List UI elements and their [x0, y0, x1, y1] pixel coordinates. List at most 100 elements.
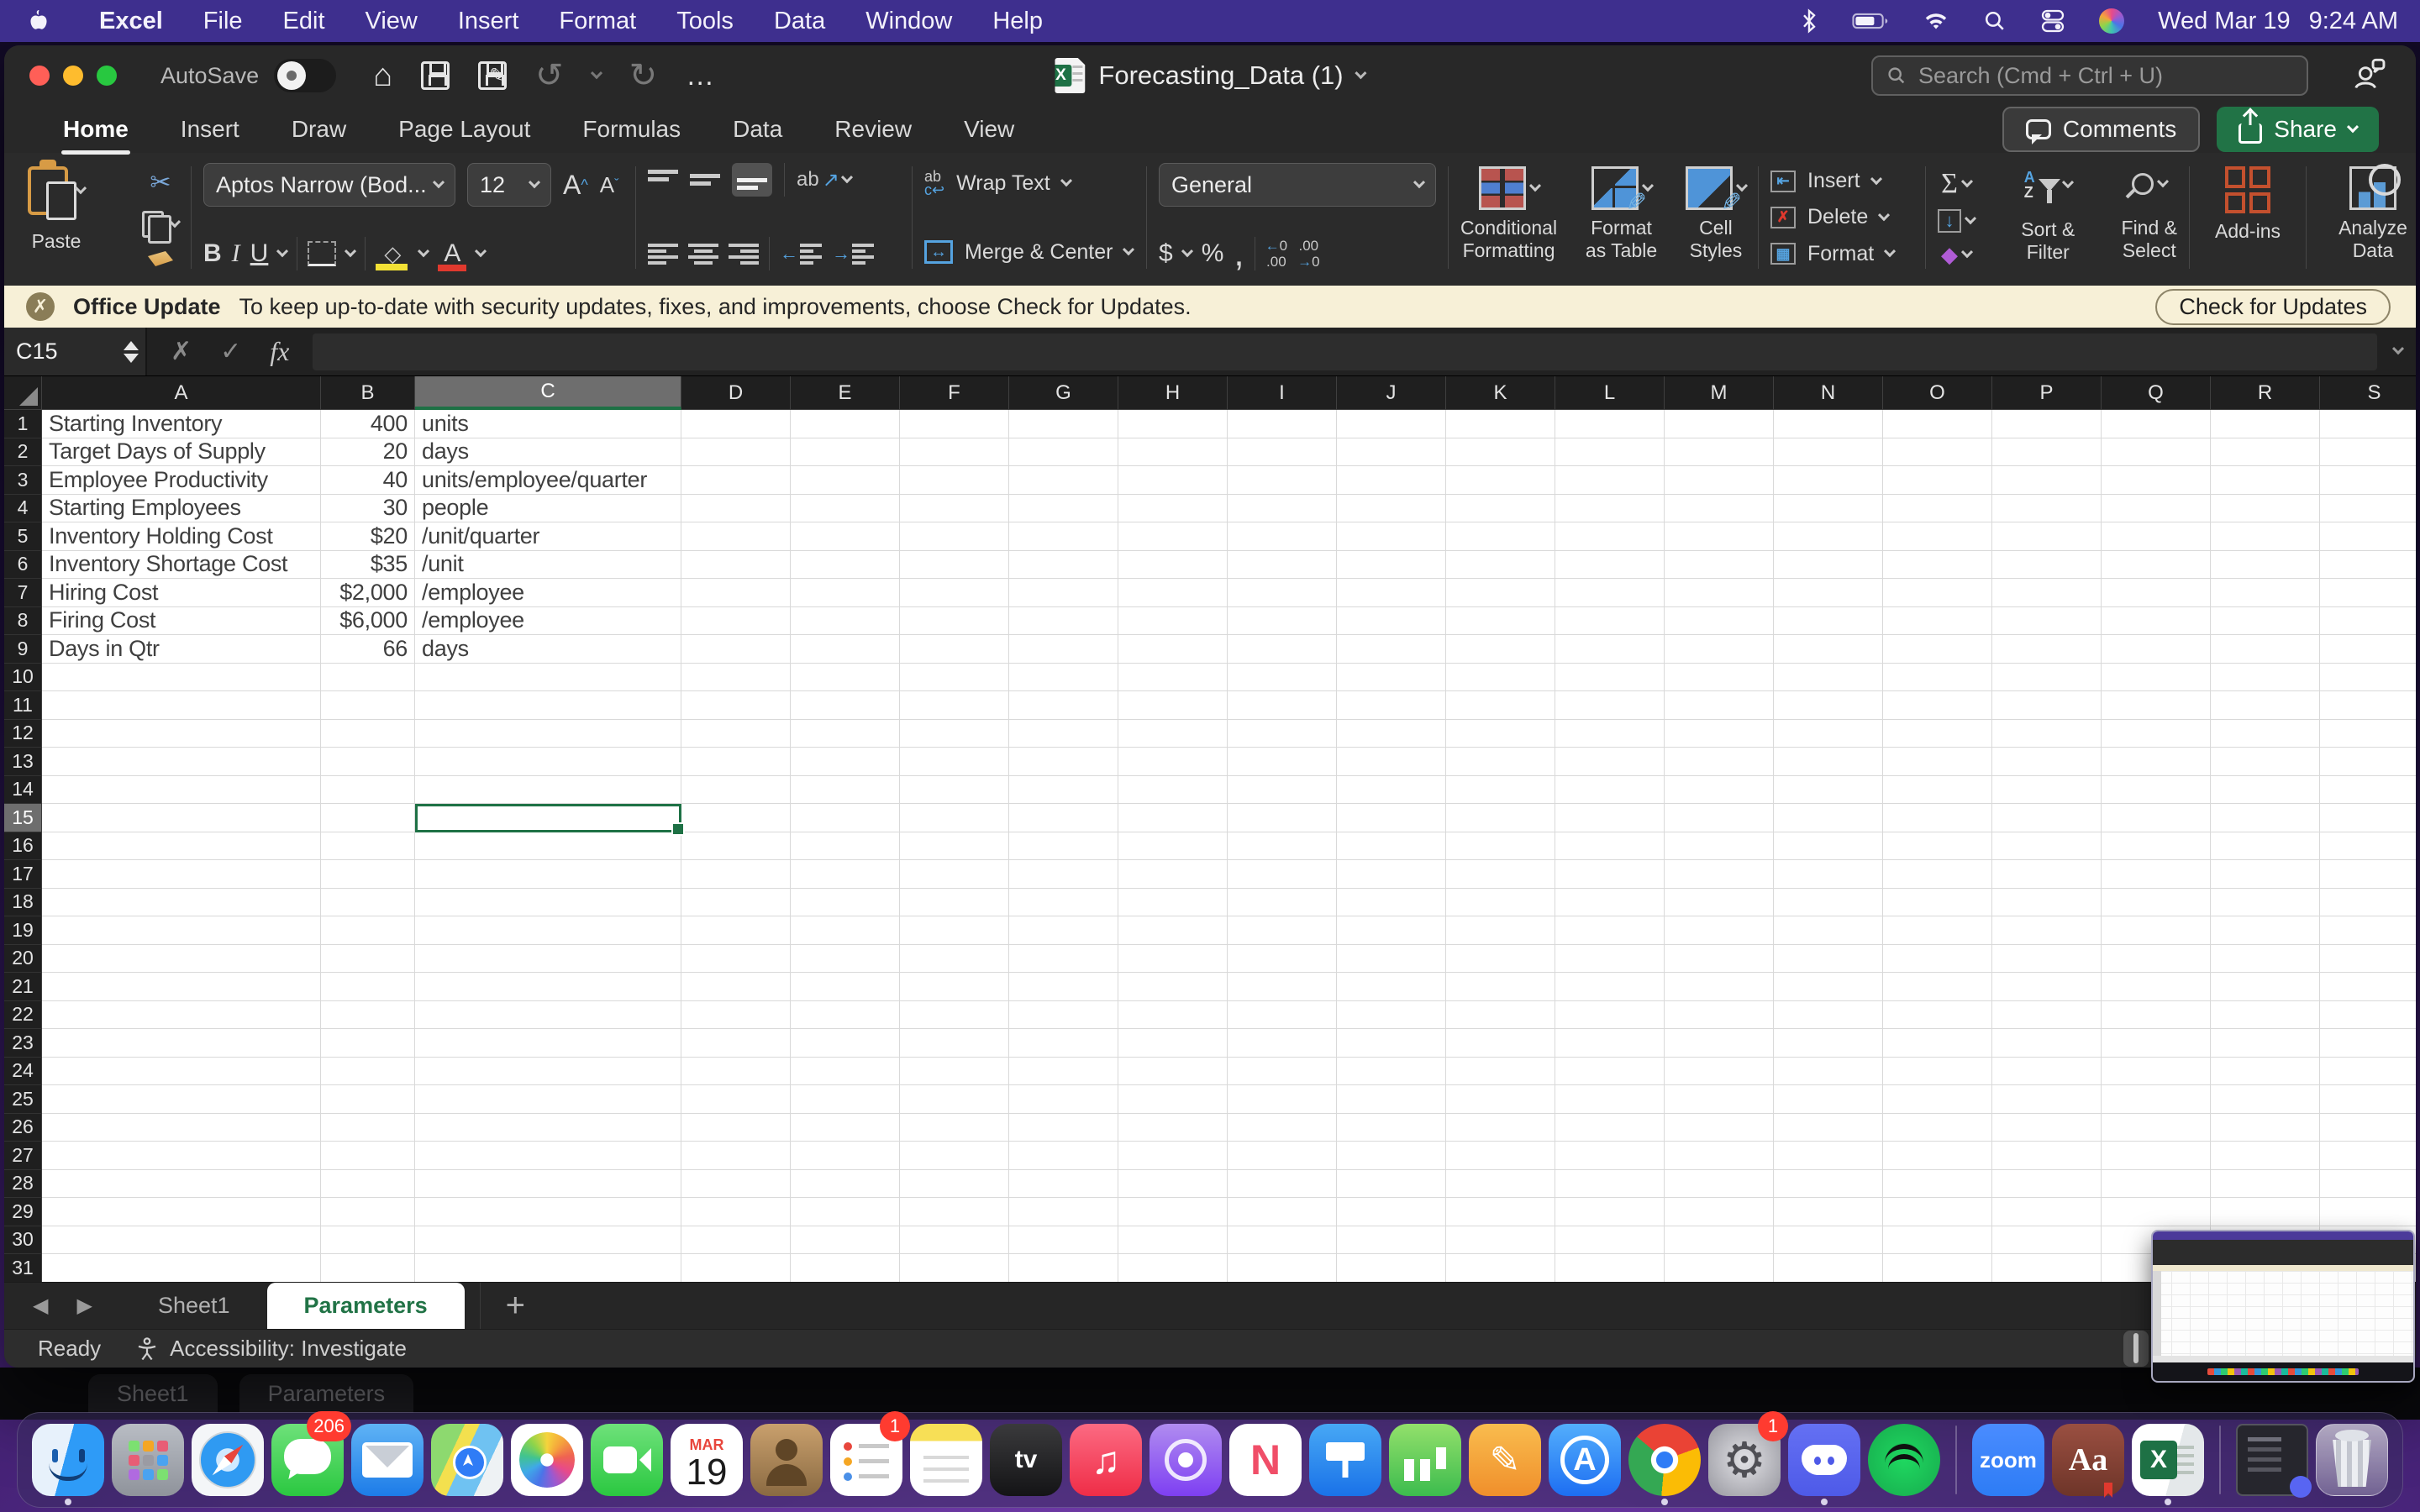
cell-L12[interactable]: [1555, 719, 1665, 747]
dock-contacts-icon[interactable]: [750, 1418, 823, 1502]
cell-E3[interactable]: [791, 466, 900, 494]
sheet-tab-sheet1[interactable]: Sheet1: [121, 1283, 267, 1329]
cell-P1[interactable]: [1992, 410, 2102, 438]
cell-S9[interactable]: [2320, 635, 2416, 663]
column-header-J[interactable]: J: [1337, 376, 1446, 410]
menu-item-view[interactable]: View: [345, 8, 438, 35]
cell-H28[interactable]: [1118, 1169, 1228, 1197]
cell-K9[interactable]: [1446, 635, 1555, 663]
cell-A5[interactable]: Inventory Holding Cost: [42, 522, 321, 550]
cell-A14[interactable]: [42, 775, 321, 803]
cell-S18[interactable]: [2320, 889, 2416, 916]
cell-C21[interactable]: [415, 973, 681, 1000]
cell-N25[interactable]: [1774, 1085, 1883, 1113]
wrap-text-button[interactable]: ab c↩ Wrap Text: [924, 163, 1134, 203]
cell-R29[interactable]: [2211, 1198, 2320, 1226]
cell-B21[interactable]: [321, 973, 415, 1000]
cell-P10[interactable]: [1992, 663, 2102, 690]
cell-A1[interactable]: Starting Inventory: [42, 410, 321, 438]
cell-Q18[interactable]: [2102, 888, 2211, 916]
cell-R16[interactable]: [2211, 832, 2320, 859]
cell-L30[interactable]: [1555, 1226, 1665, 1253]
cell-J16[interactable]: [1337, 832, 1446, 859]
cell-L10[interactable]: [1555, 663, 1665, 690]
cell-P13[interactable]: [1992, 748, 2102, 775]
cell-P9[interactable]: [1992, 635, 2102, 663]
cell-P7[interactable]: [1992, 579, 2102, 606]
cell-L2[interactable]: [1555, 438, 1665, 465]
cell-I28[interactable]: [1228, 1169, 1337, 1197]
tab-view[interactable]: View: [942, 111, 1036, 148]
copy-button[interactable]: [142, 211, 182, 244]
cell-E18[interactable]: [791, 888, 900, 916]
cell-I15[interactable]: [1228, 804, 1337, 832]
cell-R28[interactable]: [2211, 1169, 2320, 1197]
cell-G11[interactable]: [1009, 691, 1118, 719]
cell-N26[interactable]: [1774, 1113, 1883, 1141]
cell-E2[interactable]: [791, 438, 900, 465]
battery-icon[interactable]: [1852, 8, 1889, 34]
row-header-16[interactable]: 16: [4, 832, 42, 860]
cell-N24[interactable]: [1774, 1057, 1883, 1084]
cell-D22[interactable]: [681, 1000, 791, 1028]
cell-S2[interactable]: [2320, 438, 2416, 466]
cell-A17[interactable]: [42, 860, 321, 888]
cell-H24[interactable]: [1118, 1057, 1228, 1084]
cell-I21[interactable]: [1228, 973, 1337, 1000]
cell-C10[interactable]: [415, 663, 681, 690]
cell-I6[interactable]: [1228, 550, 1337, 578]
cell-R24[interactable]: [2211, 1057, 2320, 1084]
cell-G16[interactable]: [1009, 832, 1118, 859]
dock-dictionary-icon[interactable]: Aa: [2051, 1418, 2125, 1502]
row-header-2[interactable]: 2: [4, 438, 42, 466]
menu-item-data[interactable]: Data: [754, 8, 845, 35]
cell-styles-button[interactable]: CellStyles: [1685, 166, 1749, 262]
cell-N7[interactable]: [1774, 579, 1883, 606]
cell-A13[interactable]: [42, 748, 321, 775]
cell-C7[interactable]: /employee: [415, 579, 681, 606]
decrease-indent-button[interactable]: ←: [780, 242, 822, 265]
cell-G15[interactable]: [1009, 804, 1118, 832]
cell-N15[interactable]: [1774, 804, 1883, 832]
add-sheet-button[interactable]: +: [479, 1283, 550, 1329]
cell-A24[interactable]: [42, 1057, 321, 1084]
cell-A25[interactable]: [42, 1085, 321, 1113]
selected-cell-outline[interactable]: [415, 804, 685, 835]
cell-F9[interactable]: [900, 635, 1009, 663]
cell-C22[interactable]: [415, 1000, 681, 1028]
cell-K28[interactable]: [1446, 1169, 1555, 1197]
cell-L14[interactable]: [1555, 775, 1665, 803]
cell-L6[interactable]: [1555, 550, 1665, 578]
cell-O21[interactable]: [1883, 973, 1992, 1000]
row-header-7[interactable]: 7: [4, 579, 42, 607]
cell-G2[interactable]: [1009, 438, 1118, 465]
cell-O15[interactable]: [1883, 804, 1992, 832]
cell-J1[interactable]: [1337, 410, 1446, 438]
cell-P26[interactable]: [1992, 1113, 2102, 1141]
cell-R23[interactable]: [2211, 1029, 2320, 1057]
cell-R5[interactable]: [2211, 522, 2320, 550]
cell-F19[interactable]: [900, 916, 1009, 944]
cell-C25[interactable]: [415, 1085, 681, 1113]
cell-H2[interactable]: [1118, 438, 1228, 465]
cell-K12[interactable]: [1446, 719, 1555, 747]
cell-G25[interactable]: [1009, 1085, 1118, 1113]
dock-trash-icon[interactable]: [2315, 1418, 2389, 1502]
minimize-window-button[interactable]: [63, 66, 83, 86]
cell-L15[interactable]: [1555, 804, 1665, 832]
cell-L28[interactable]: [1555, 1169, 1665, 1197]
increase-indent-button[interactable]: →: [832, 242, 874, 265]
cell-I29[interactable]: [1228, 1198, 1337, 1226]
cell-Q9[interactable]: [2102, 635, 2211, 663]
cell-I27[interactable]: [1228, 1142, 1337, 1169]
cell-D14[interactable]: [681, 775, 791, 803]
cell-P4[interactable]: [1992, 494, 2102, 522]
dock-excel-icon[interactable]: [2131, 1418, 2205, 1505]
column-header-G[interactable]: G: [1009, 376, 1118, 410]
cell-G20[interactable]: [1009, 944, 1118, 972]
cell-F31[interactable]: [900, 1254, 1009, 1282]
cell-B10[interactable]: [321, 663, 415, 690]
cell-H31[interactable]: [1118, 1254, 1228, 1282]
dock-numbers-icon[interactable]: [1388, 1418, 1462, 1502]
cell-G21[interactable]: [1009, 973, 1118, 1000]
